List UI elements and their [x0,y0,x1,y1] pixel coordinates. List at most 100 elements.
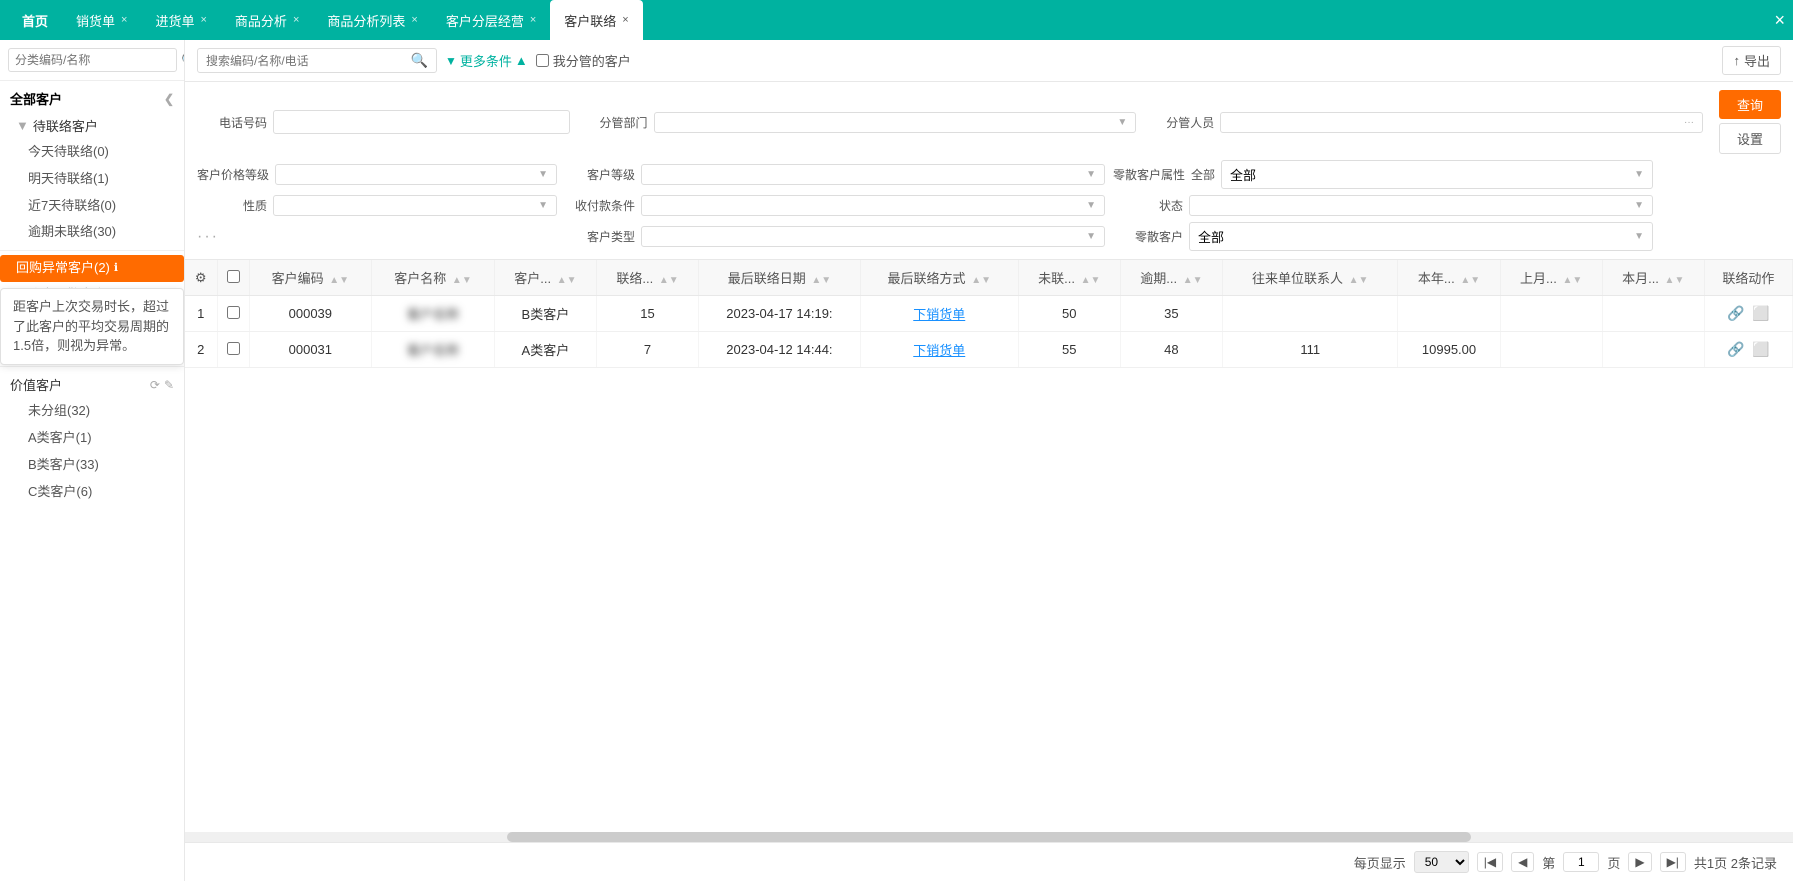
nav-tab-contact-close[interactable]: × [622,14,628,26]
search-input[interactable] [206,54,411,68]
sidebar-group-pending[interactable]: ▼ 待联络客户 [0,112,184,139]
sidebar-item-tomorrow[interactable]: 明天待联络(1) [0,166,184,193]
col-last-date-sort[interactable]: ▲▼ [811,276,831,286]
row2-method-link[interactable]: 下销货单 [913,343,965,358]
sidebar-item-7days[interactable]: 近7天待联络(0) [0,193,184,220]
col-last-month[interactable]: 上月... ▲▼ [1500,260,1602,296]
nav-tab-segment[interactable]: 客户分层经营 × [432,0,550,40]
abnormal-help-icon[interactable]: ℹ [114,260,118,278]
row2-name[interactable]: 客户名称 [372,332,495,368]
nav-tab-home[interactable]: 首页 [8,0,62,40]
col-name[interactable]: 客户名称 ▲▼ [372,260,495,296]
nav-tab-analysis[interactable]: 商品分析 × [221,0,313,40]
sidebar-item-b-class[interactable]: B类客户(33) [0,452,184,479]
row2-copy-icon[interactable]: ⬜ [1752,341,1769,358]
window-close-btn[interactable]: × [1774,10,1785,31]
col-not-contacted[interactable]: 未联... ▲▼ [1018,260,1120,296]
last-page-btn[interactable]: ▶| [1660,852,1686,872]
export-btn[interactable]: ↑ 导出 [1722,46,1781,75]
col-year-sort[interactable]: ▲▼ [1460,276,1480,286]
nav-tab-purchase[interactable]: 进货单 × [141,0,220,40]
nav-tab-purchase-close[interactable]: × [200,14,206,26]
nav-tab-sales[interactable]: 销货单 × [62,0,141,40]
col-this-month[interactable]: 本月... ▲▼ [1602,260,1704,296]
col-contact-count-label: 联络... [616,271,653,286]
col-checkbox-all[interactable] [217,260,249,296]
col-year[interactable]: 本年... ▲▼ [1398,260,1500,296]
row1-name[interactable]: 客户名称 [372,296,495,332]
sidebar-search-icon[interactable]: 🔍 [181,52,185,69]
col-contact-count[interactable]: 联络... ▲▼ [596,260,698,296]
nav-tab-contact[interactable]: 客户联络 × [550,0,642,40]
nav-tab-segment-close[interactable]: × [530,14,536,26]
query-btn[interactable]: 查询 [1719,90,1781,119]
col-not-contacted-sort[interactable]: ▲▼ [1081,276,1101,286]
row1-method-link[interactable]: 下销货单 [913,307,965,322]
status-select[interactable]: ▼ [1189,195,1653,216]
col-name-sort[interactable]: ▲▼ [452,276,472,286]
price-level-select[interactable]: ▼ [275,164,557,185]
row1-checkbox[interactable] [217,296,249,332]
sidebar-all-customers[interactable]: 全部客户 ❮ [0,81,184,112]
row2-last-method[interactable]: 下销货单 [860,332,1018,368]
select-all-checkbox[interactable] [227,270,240,283]
sidebar-item-c-class[interactable]: C类客户(6) [0,479,184,506]
retail-customer-select[interactable]: 全部 ▼ [1189,222,1653,251]
manager-select[interactable]: ··· [1220,112,1703,133]
col-overdue-sort[interactable]: ▲▼ [1183,276,1203,286]
row1-copy-icon[interactable]: ⬜ [1752,305,1769,322]
page-num-input[interactable] [1563,852,1599,872]
customer-level-select[interactable]: ▼ [641,164,1105,185]
setting-btn[interactable]: 设置 [1719,123,1781,154]
col-settings[interactable]: ⚙ [185,260,217,296]
col-overdue[interactable]: 逾期... ▲▼ [1120,260,1222,296]
retail-attr-select[interactable]: 全部 ▼ [1221,160,1653,189]
nav-tab-analysis-list-close[interactable]: × [411,14,417,26]
nav-tab-analysis-close[interactable]: × [293,14,299,26]
col-customer-level[interactable]: 客户... ▲▼ [494,260,596,296]
first-page-btn[interactable]: |◀ [1477,852,1503,872]
col-level-sort[interactable]: ▲▼ [557,276,577,286]
per-page-select[interactable]: 50 100 200 [1414,851,1469,873]
sidebar-item-abnormal[interactable]: 回购异常客户(2) ℹ [0,255,184,282]
row2-checkbox[interactable] [217,332,249,368]
col-unit-sort[interactable]: ▲▼ [1349,276,1369,286]
col-contact-sort[interactable]: ▲▼ [659,276,679,286]
row2-link-icon[interactable]: 🔗 [1727,341,1744,358]
next-page-btn[interactable]: ▶ [1628,852,1651,872]
sidebar-item-a-class[interactable]: A类客户(1) [0,425,184,452]
row1-link-icon[interactable]: 🔗 [1727,305,1744,322]
phone-input[interactable] [273,110,570,134]
sidebar-collapse-btn[interactable]: ❮ [164,92,174,106]
nav-tab-sales-close[interactable]: × [121,14,127,26]
more-dots[interactable]: ··· [197,228,219,246]
col-unit-contact[interactable]: 往来单位联系人 ▲▼ [1222,260,1398,296]
row2-check[interactable] [227,342,240,355]
col-code-sort[interactable]: ▲▼ [329,276,349,286]
value-edit-icon[interactable]: ✎ [164,378,174,392]
sidebar-item-ungroup[interactable]: 未分组(32) [0,398,184,425]
payment-select[interactable]: ▼ [641,195,1105,216]
gender-select[interactable]: ▼ [273,195,557,216]
prev-page-btn[interactable]: ◀ [1511,852,1534,872]
col-code[interactable]: 客户编码 ▲▼ [249,260,372,296]
row1-check[interactable] [227,306,240,319]
row1-last-method[interactable]: 下销货单 [860,296,1018,332]
customer-type-select[interactable]: ▼ [641,226,1105,247]
col-last-method[interactable]: 最后联络方式 ▲▼ [860,260,1018,296]
horizontal-scrollbar[interactable] [185,832,1793,842]
nav-tab-analysis-list[interactable]: 商品分析列表 × [313,0,431,40]
col-last-date[interactable]: 最后联络日期 ▲▼ [699,260,861,296]
my-customer-checkbox[interactable] [536,54,549,67]
sidebar-group-value[interactable]: 价值客户 ⟳ ✎ [0,371,184,398]
col-this-month-sort[interactable]: ▲▼ [1665,276,1685,286]
value-refresh-icon[interactable]: ⟳ [150,378,160,392]
sidebar-item-overdue[interactable]: 逾期未联络(30) [0,219,184,246]
dept-select[interactable]: ▼ [654,112,1137,133]
sidebar-item-today[interactable]: 今天待联络(0) [0,139,184,166]
horizontal-scrollbar-thumb[interactable] [507,832,1472,842]
more-conditions-btn[interactable]: ▼ 更多条件 ▲ [445,51,528,70]
col-last-month-sort[interactable]: ▲▼ [1562,276,1582,286]
col-last-method-sort[interactable]: ▲▼ [971,276,991,286]
sidebar-search-input[interactable] [8,48,177,72]
